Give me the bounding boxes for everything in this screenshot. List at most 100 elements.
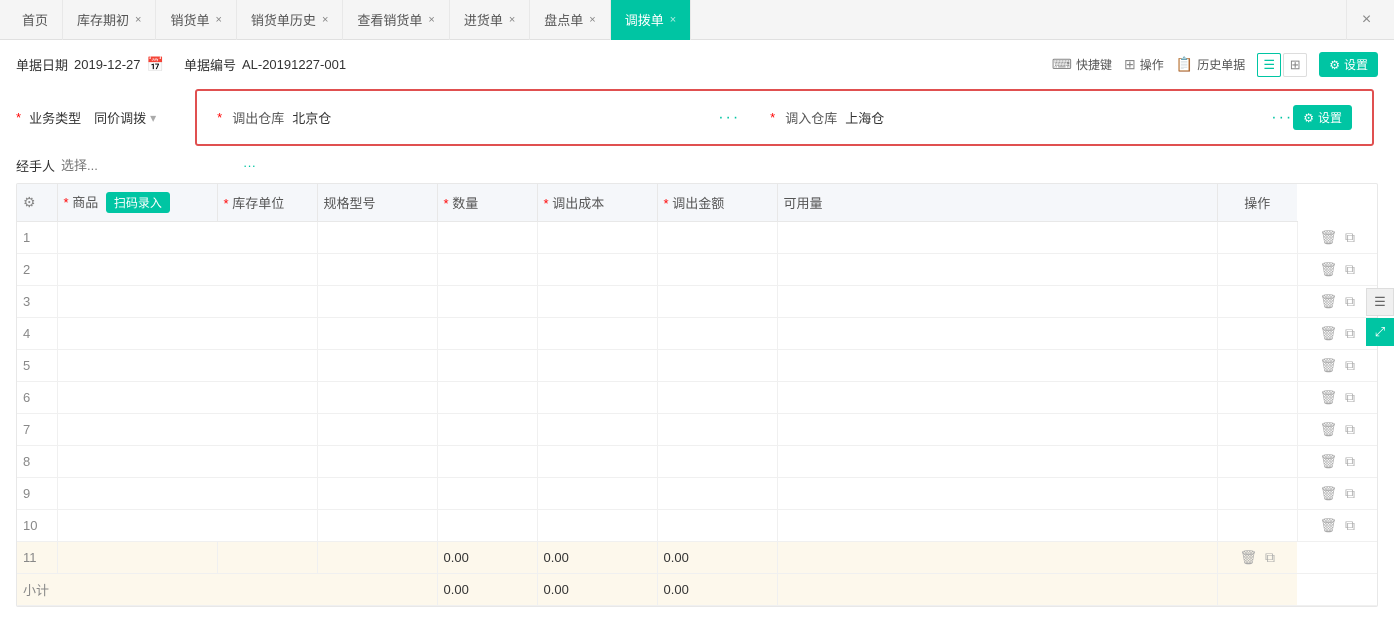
qty-cell[interactable]: [537, 286, 657, 318]
history-button[interactable]: 📋 历史单据: [1176, 56, 1245, 73]
unit-cell[interactable]: [317, 478, 437, 510]
tab-view-sales[interactable]: 查看销货单 ×: [343, 0, 449, 40]
window-close-button[interactable]: ×: [1346, 0, 1386, 40]
row-copy-icon[interactable]: ⧉: [1345, 485, 1355, 501]
unit-cell[interactable]: [317, 446, 437, 478]
row-delete-icon[interactable]: 🗑: [1320, 421, 1338, 437]
row-delete-icon[interactable]: 🗑: [1320, 261, 1338, 277]
tab-inventory-check-close[interactable]: ×: [589, 14, 595, 26]
row-copy-icon[interactable]: ⧉: [1345, 261, 1355, 277]
qty-cell[interactable]: [537, 318, 657, 350]
amount-cell[interactable]: [777, 350, 1217, 382]
amount-cell[interactable]: [777, 510, 1217, 542]
spec-cell[interactable]: [437, 382, 537, 414]
spec-cell[interactable]: [437, 478, 537, 510]
spec-cell[interactable]: [437, 318, 537, 350]
qty-cell[interactable]: [537, 446, 657, 478]
calendar-icon[interactable]: 📅: [147, 56, 164, 73]
warehouse-settings-button[interactable]: ⚙ 设置: [1293, 105, 1352, 130]
qty-cell[interactable]: [537, 382, 657, 414]
unit-cell[interactable]: [317, 382, 437, 414]
amount-cell[interactable]: [777, 414, 1217, 446]
product-cell[interactable]: [57, 318, 317, 350]
tab-transfer[interactable]: 调拨单 ×: [611, 0, 691, 40]
amount-cell[interactable]: [777, 382, 1217, 414]
product-cell[interactable]: [57, 446, 317, 478]
tab-transfer-close[interactable]: ×: [670, 14, 676, 26]
unit-cell[interactable]: [317, 350, 437, 382]
qty-cell[interactable]: [537, 510, 657, 542]
qty-cell[interactable]: [537, 222, 657, 254]
qty-cell[interactable]: [537, 478, 657, 510]
cost-cell[interactable]: [657, 286, 777, 318]
row-delete-icon[interactable]: 🗑: [1320, 357, 1338, 373]
amount-cell[interactable]: [777, 254, 1217, 286]
amount-cell[interactable]: [777, 286, 1217, 318]
product-cell[interactable]: [57, 478, 317, 510]
product-cell[interactable]: [57, 510, 317, 542]
row-delete-icon[interactable]: 🗑: [1320, 325, 1338, 341]
spec-cell[interactable]: [437, 222, 537, 254]
row-delete-icon[interactable]: 🗑: [1320, 453, 1338, 469]
row-copy-icon[interactable]: ⧉: [1345, 325, 1355, 341]
row-copy-icon[interactable]: ⧉: [1345, 389, 1355, 405]
spec-cell[interactable]: [437, 446, 537, 478]
right-panel-expand-button[interactable]: ⤢: [1366, 318, 1394, 346]
product-cell[interactable]: [57, 382, 317, 414]
cost-cell[interactable]: [657, 414, 777, 446]
spec-cell[interactable]: [437, 510, 537, 542]
spec-cell[interactable]: [437, 414, 537, 446]
amount-cell[interactable]: [777, 478, 1217, 510]
scan-button[interactable]: 扫码录入: [106, 192, 170, 213]
warehouse-in-more-button[interactable]: ···: [1271, 109, 1293, 127]
cost-cell[interactable]: [657, 254, 777, 286]
unit-cell[interactable]: [317, 510, 437, 542]
right-panel-list-button[interactable]: ☰: [1366, 288, 1394, 316]
table-gear-icon[interactable]: ⚙: [23, 194, 36, 210]
amount-cell[interactable]: [777, 446, 1217, 478]
handler-input[interactable]: [61, 158, 237, 173]
cost-cell[interactable]: [657, 350, 777, 382]
cost-cell[interactable]: [657, 510, 777, 542]
row-copy-icon[interactable]: ⧉: [1345, 357, 1355, 373]
grid-view-button[interactable]: ⊞: [1283, 53, 1307, 77]
qty-cell[interactable]: [537, 414, 657, 446]
cost-cell[interactable]: [657, 382, 777, 414]
qty-cell[interactable]: [537, 350, 657, 382]
row-delete-icon[interactable]: 🗑: [1320, 389, 1338, 405]
product-cell[interactable]: [57, 414, 317, 446]
unit-cell[interactable]: [317, 318, 437, 350]
unit-cell[interactable]: [317, 414, 437, 446]
spec-cell[interactable]: [437, 286, 537, 318]
amount-cell[interactable]: [777, 222, 1217, 254]
cost-cell[interactable]: [657, 318, 777, 350]
tab-inventory-init-close[interactable]: ×: [135, 14, 141, 26]
tab-purchase-order-close[interactable]: ×: [509, 14, 515, 26]
warehouse-out-more-button[interactable]: ···: [718, 109, 740, 127]
unit-cell[interactable]: [317, 286, 437, 318]
row-copy-icon[interactable]: ⧉: [1345, 293, 1355, 309]
handler-more-button[interactable]: ···: [243, 158, 256, 173]
row-delete-icon[interactable]: 🗑: [1320, 293, 1338, 309]
unit-cell[interactable]: [317, 254, 437, 286]
cost-cell[interactable]: [657, 478, 777, 510]
product-cell[interactable]: [57, 254, 317, 286]
row-copy-icon[interactable]: ⧉: [1345, 229, 1355, 245]
tab-sales-order-close[interactable]: ×: [215, 14, 221, 26]
business-type-select[interactable]: 同价调拨 ▾: [87, 105, 163, 130]
row-delete-icon[interactable]: 🗑: [1320, 517, 1338, 533]
shortcut-button[interactable]: ⌨ 快捷键: [1052, 56, 1112, 73]
tab-purchase-order[interactable]: 进货单 ×: [450, 0, 530, 40]
tab-inventory-check[interactable]: 盘点单 ×: [530, 0, 610, 40]
tab-sales-history[interactable]: 销货单历史 ×: [237, 0, 343, 40]
product-cell[interactable]: [57, 222, 317, 254]
subtotal-delete-icon[interactable]: 🗑: [1240, 549, 1258, 565]
qty-cell[interactable]: [537, 254, 657, 286]
cost-cell[interactable]: [657, 446, 777, 478]
cost-cell[interactable]: [657, 222, 777, 254]
row-delete-icon[interactable]: 🗑: [1320, 229, 1338, 245]
product-cell[interactable]: [57, 286, 317, 318]
spec-cell[interactable]: [437, 254, 537, 286]
subtotal-copy-icon[interactable]: ⧉: [1265, 549, 1275, 565]
tab-sales-history-close[interactable]: ×: [322, 14, 328, 26]
